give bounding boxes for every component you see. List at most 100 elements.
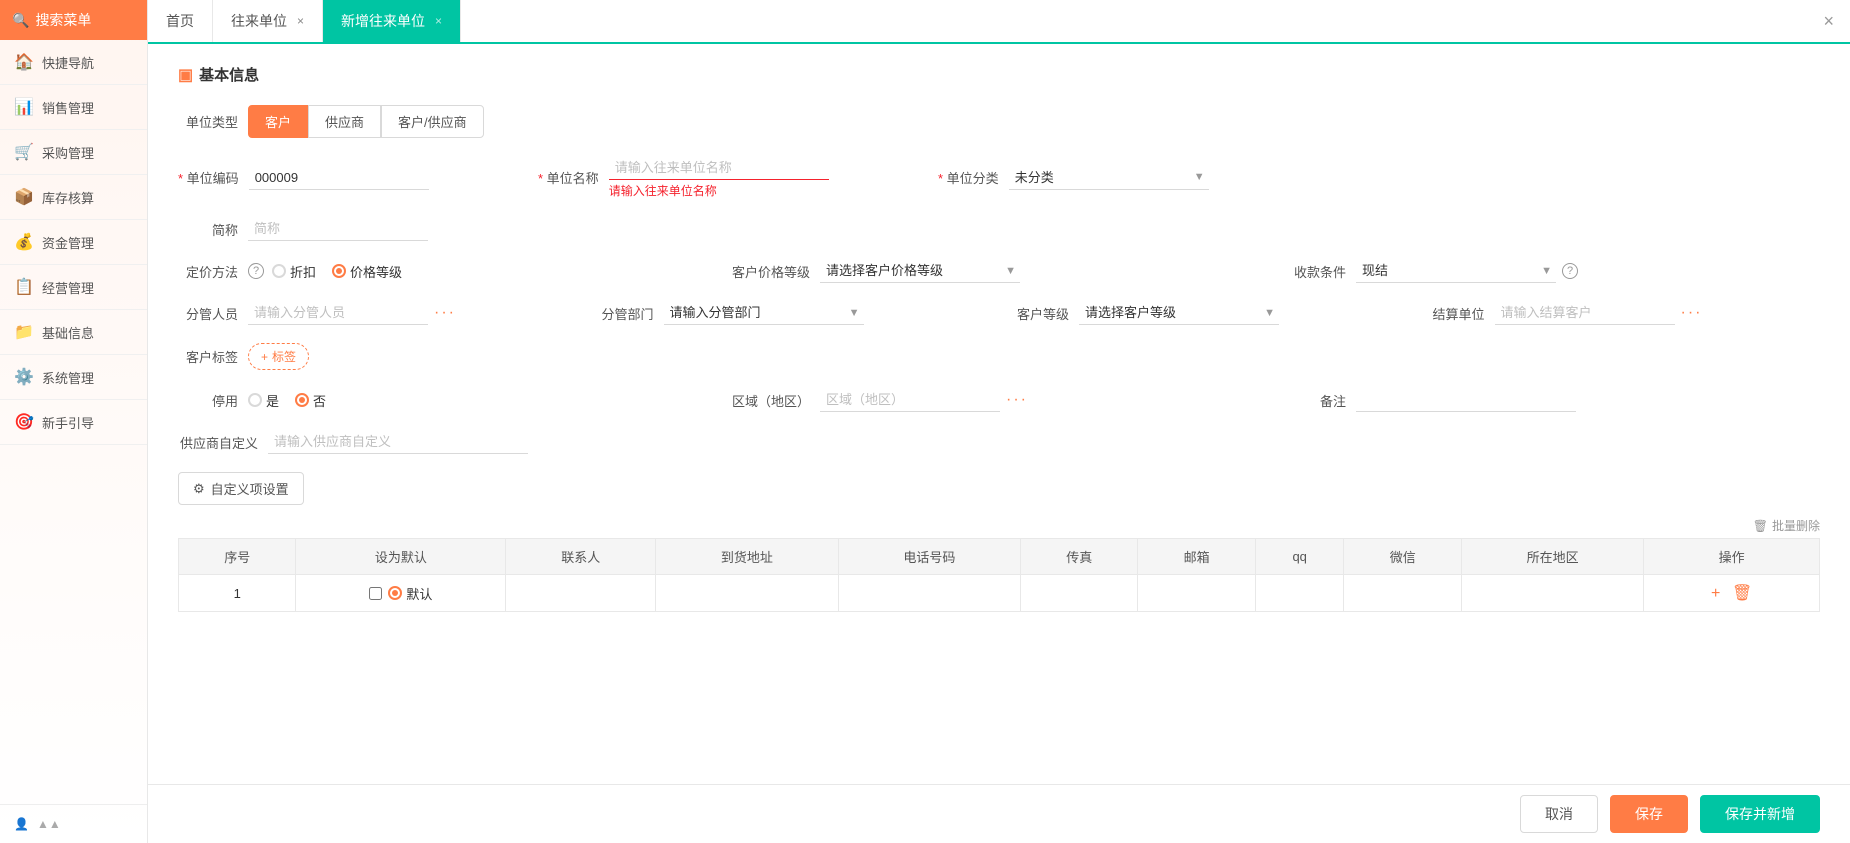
sidebar-item-operations[interactable]: 📋 经营管理 bbox=[0, 265, 147, 310]
tab-new-counterparty[interactable]: 新增往来单位 × bbox=[323, 0, 461, 42]
sidebar-item-label: 采购管理 bbox=[42, 143, 94, 162]
payment-terms-help-icon[interactable]: ? bbox=[1562, 263, 1578, 279]
supplier-custom-input[interactable] bbox=[268, 430, 528, 454]
tab-home[interactable]: 首页 bbox=[148, 0, 213, 42]
payment-terms-label: 收款条件 bbox=[1286, 262, 1356, 281]
tab-new-counterparty-close[interactable]: × bbox=[435, 14, 442, 28]
row-unit-code-name-cat: 单位编码 单位名称 请输入往来单位名称 单位分类 未分类 ▼ bbox=[178, 156, 1820, 199]
disabled-yes-label: 是 bbox=[266, 391, 279, 410]
add-tag-label: 标签 bbox=[272, 348, 296, 365]
sidebar-item-purchase[interactable]: 🛒 采购管理 bbox=[0, 130, 147, 175]
customer-price-level-select[interactable]: 请选择客户价格等级 bbox=[820, 259, 1020, 282]
department-select-wrap[interactable]: 请输入分管部门 ▼ bbox=[664, 301, 864, 325]
short-name-input[interactable] bbox=[248, 217, 428, 241]
pricing-method-help-icon[interactable]: ? bbox=[248, 263, 264, 279]
pricing-discount-radio[interactable]: 折扣 bbox=[272, 262, 316, 281]
tab-bar-close-all[interactable]: × bbox=[1807, 11, 1850, 32]
tab-counterparty-close[interactable]: × bbox=[297, 14, 304, 28]
customer-level-select-wrap[interactable]: 请选择客户等级 ▼ bbox=[1079, 301, 1279, 325]
sidebar-item-inventory[interactable]: 📦 库存核算 bbox=[0, 175, 147, 220]
basic-info-icon: 📁 bbox=[14, 322, 34, 342]
pricing-method-label: 定价方法 bbox=[178, 262, 248, 281]
col-wechat: 微信 bbox=[1344, 539, 1461, 575]
section-basic-info: ▣ 基本信息 bbox=[178, 64, 1820, 85]
row-supplier-custom: 供应商自定义 bbox=[178, 430, 1820, 454]
region-group: 区域（地区） ··· bbox=[732, 388, 1266, 412]
disabled-label: 停用 bbox=[178, 391, 248, 410]
unit-name-group: 单位名称 请输入往来单位名称 bbox=[538, 156, 918, 199]
payment-terms-group: 收款条件 现结 ▼ ? bbox=[1286, 259, 1820, 283]
unit-type-group-wrap: 单位类型 客户 供应商 客户/供应商 bbox=[178, 105, 1820, 138]
batch-delete-label[interactable]: 批量删除 bbox=[1772, 517, 1820, 534]
pricing-level-radio-circle bbox=[332, 264, 346, 278]
department-select[interactable]: 请输入分管部门 bbox=[664, 301, 864, 324]
row-delete-btn[interactable]: 🗑 bbox=[1728, 581, 1756, 605]
cancel-button[interactable]: 取消 bbox=[1520, 795, 1598, 833]
sidebar-item-basic-info[interactable]: 📁 基础信息 bbox=[0, 310, 147, 355]
row-wechat bbox=[1344, 575, 1461, 612]
payment-terms-select-wrap[interactable]: 现结 ▼ bbox=[1356, 259, 1556, 283]
settlement-more-btn[interactable]: ··· bbox=[1675, 304, 1709, 322]
pricing-level-radio[interactable]: 价格等级 bbox=[332, 262, 402, 281]
manager-more-btn[interactable]: ··· bbox=[428, 304, 462, 322]
sidebar-item-sales[interactable]: 📊 销售管理 bbox=[0, 85, 147, 130]
row-checkbox[interactable] bbox=[369, 587, 382, 600]
unit-name-field-wrap: 请输入往来单位名称 bbox=[609, 156, 829, 199]
settlement-input[interactable] bbox=[1495, 301, 1675, 325]
payment-terms-select[interactable]: 现结 bbox=[1356, 259, 1556, 282]
add-tag-btn[interactable]: + 标签 bbox=[248, 343, 309, 370]
batch-delete-area: 🗑 批量删除 bbox=[178, 517, 1820, 534]
disabled-no-circle bbox=[295, 393, 309, 407]
home-icon: 🏠 bbox=[14, 52, 34, 72]
col-fax: 传真 bbox=[1021, 539, 1138, 575]
sidebar-item-label: 库存核算 bbox=[42, 188, 94, 207]
section-title-text: 基本信息 bbox=[199, 64, 259, 85]
save-new-button[interactable]: 保存并新增 bbox=[1700, 795, 1820, 833]
col-seq: 序号 bbox=[179, 539, 296, 575]
disabled-yes-radio[interactable]: 是 bbox=[248, 391, 279, 410]
customer-level-select[interactable]: 请选择客户等级 bbox=[1079, 301, 1279, 324]
tab-new-counterparty-label: 新增往来单位 bbox=[341, 11, 425, 31]
sidebar-item-system[interactable]: ⚙️ 系统管理 bbox=[0, 355, 147, 400]
region-label: 区域（地区） bbox=[732, 391, 820, 410]
customer-price-level-select-wrap[interactable]: 请选择客户价格等级 ▼ bbox=[820, 259, 1020, 283]
region-more-btn[interactable]: ··· bbox=[1000, 391, 1034, 409]
tab-counterparty[interactable]: 往来单位 × bbox=[213, 0, 323, 42]
manager-input[interactable] bbox=[248, 301, 428, 325]
sidebar-item-quick-nav[interactable]: 🏠 快捷导航 bbox=[0, 40, 147, 85]
unit-code-group: 单位编码 bbox=[178, 166, 518, 190]
settings-gear-icon: ⚙ bbox=[193, 481, 205, 497]
save-button[interactable]: 保存 bbox=[1610, 795, 1688, 833]
inventory-icon: 📦 bbox=[14, 187, 34, 207]
unit-name-input[interactable] bbox=[609, 156, 829, 180]
unit-name-label: 单位名称 bbox=[538, 168, 609, 187]
remarks-input[interactable] bbox=[1356, 388, 1576, 412]
pricing-level-label: 价格等级 bbox=[350, 262, 402, 281]
search-menu[interactable]: 🔍 搜索菜单 bbox=[0, 0, 147, 40]
region-input[interactable] bbox=[820, 388, 1000, 412]
unit-category-select-wrap[interactable]: 未分类 ▼ bbox=[1009, 166, 1209, 190]
finance-icon: 💰 bbox=[14, 232, 34, 252]
custom-settings-btn[interactable]: ⚙ 自定义项设置 bbox=[178, 472, 304, 505]
table-header-row: 序号 设为默认 联系人 到货地址 电话号码 传真 邮箱 qq 微信 所在地区 操… bbox=[179, 539, 1820, 575]
col-action: 操作 bbox=[1644, 539, 1820, 575]
remarks-label: 备注 bbox=[1286, 391, 1356, 410]
disabled-no-radio[interactable]: 否 bbox=[295, 391, 326, 410]
row-default-radio[interactable]: 默认 bbox=[388, 584, 432, 603]
unit-code-input[interactable] bbox=[249, 166, 429, 190]
customer-price-level-group: 客户价格等级 请选择客户价格等级 ▼ bbox=[732, 259, 1266, 283]
system-icon: ⚙️ bbox=[14, 367, 34, 387]
unit-type-row: 单位类型 客户 供应商 客户/供应商 bbox=[178, 105, 1820, 138]
sidebar-item-label: 系统管理 bbox=[42, 368, 94, 387]
pricing-discount-label: 折扣 bbox=[290, 262, 316, 281]
unit-category-select[interactable]: 未分类 bbox=[1009, 166, 1209, 189]
guide-icon: 🎯 bbox=[14, 412, 34, 432]
unit-type-both-btn[interactable]: 客户/供应商 bbox=[381, 105, 484, 138]
sidebar-item-finance[interactable]: 💰 资金管理 bbox=[0, 220, 147, 265]
row-region bbox=[1461, 575, 1643, 612]
unit-category-label: 单位分类 bbox=[938, 168, 1009, 187]
sidebar-item-guide[interactable]: 🎯 新手引导 bbox=[0, 400, 147, 445]
unit-type-supplier-btn[interactable]: 供应商 bbox=[308, 105, 381, 138]
row-add-btn[interactable]: + bbox=[1707, 583, 1724, 605]
unit-type-customer-btn[interactable]: 客户 bbox=[248, 105, 308, 138]
